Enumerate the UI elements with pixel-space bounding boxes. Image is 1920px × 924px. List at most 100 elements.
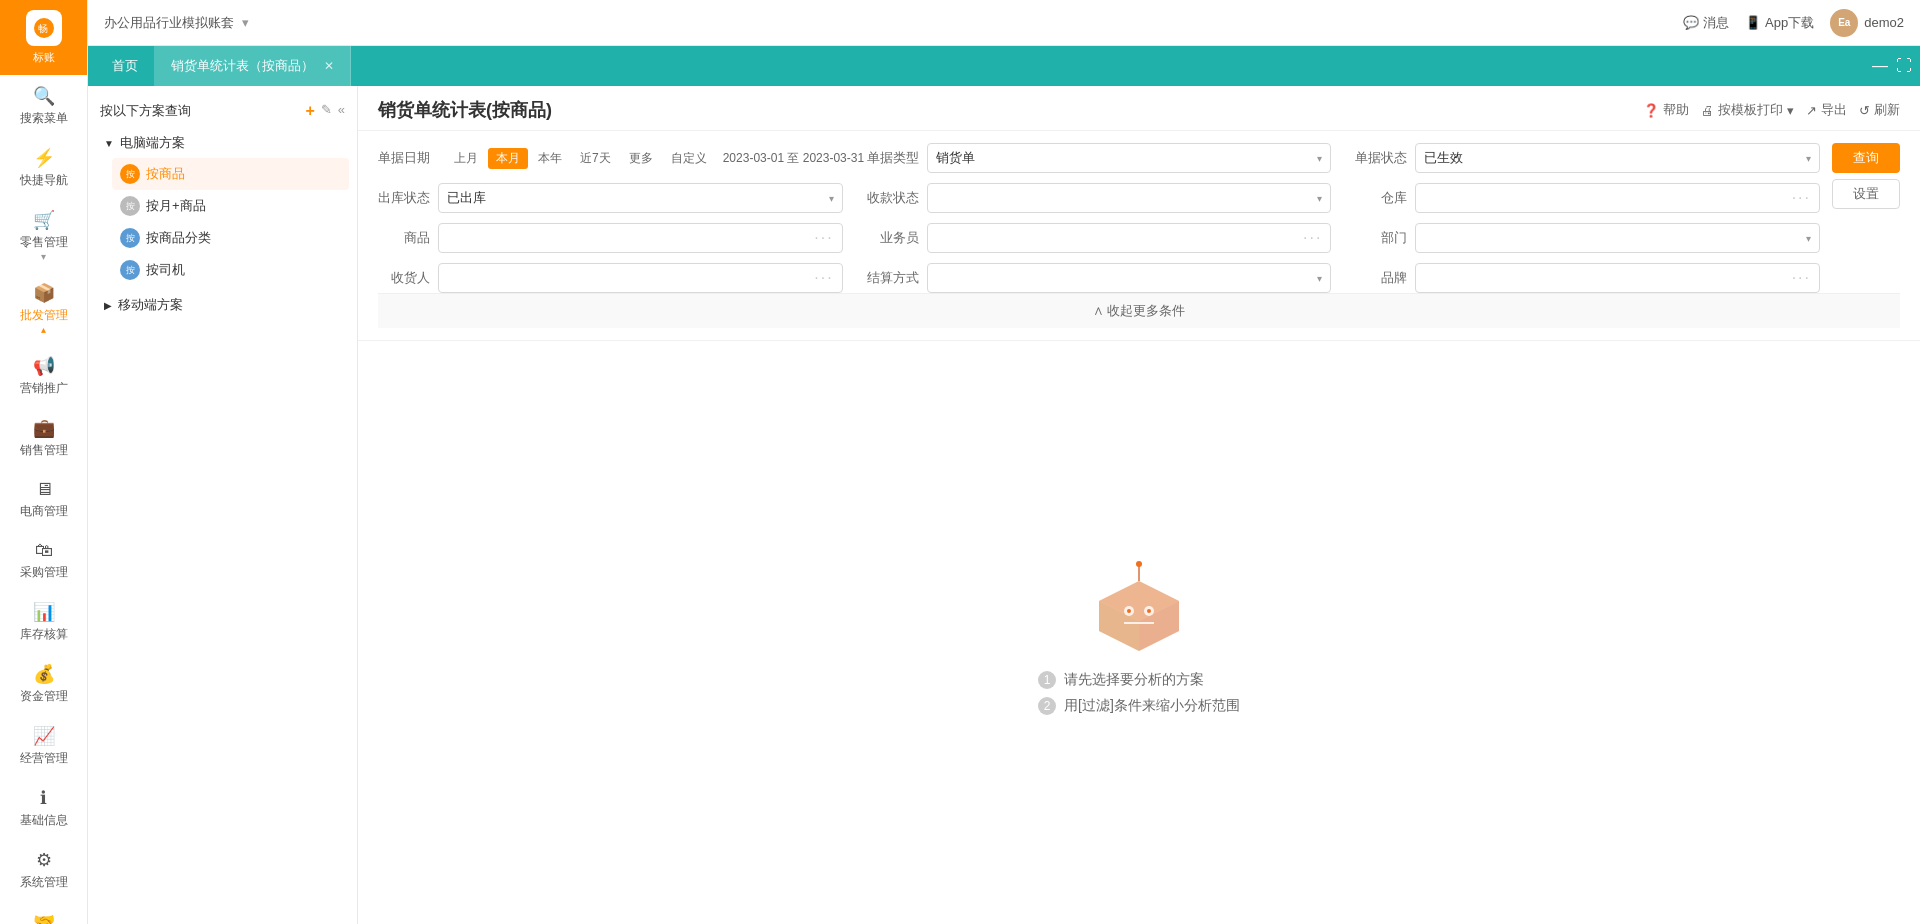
sidebar-item-quicknav[interactable]: ⚡ 快捷导航 bbox=[0, 137, 87, 199]
sidebar-item-retail[interactable]: 🛒 零售管理 ▾ bbox=[0, 199, 87, 272]
filter-area: 单据日期 上月 本月 本年 近7天 更多 自定义 bbox=[358, 131, 1920, 341]
export-button[interactable]: ↗ 导出 bbox=[1806, 101, 1847, 119]
docstatus-control[interactable]: 已生效 ▾ bbox=[1415, 143, 1820, 173]
user-avatar: Ea bbox=[1830, 9, 1858, 37]
sidebar-item-search[interactable]: 🔍 搜索菜单 bbox=[0, 75, 87, 137]
print-button[interactable]: 🖨 按模板打印 ▾ bbox=[1701, 101, 1794, 119]
sidebar-item-operations[interactable]: 📈 经营管理 bbox=[0, 715, 87, 777]
receiver-control[interactable]: ··· bbox=[438, 263, 843, 293]
print-arrow-icon: ▾ bbox=[1787, 103, 1794, 118]
panel-collapse-button[interactable]: « bbox=[338, 102, 345, 120]
tab-close-icon[interactable]: ✕ bbox=[324, 59, 334, 73]
query-button[interactable]: 查询 bbox=[1832, 143, 1900, 173]
marketing-icon: 📢 bbox=[33, 355, 55, 377]
date-tab-more[interactable]: 更多 bbox=[621, 148, 661, 169]
sidebar-item-ecom[interactable]: 🖥 电商管理 bbox=[0, 469, 87, 530]
print-icon: 🖨 bbox=[1701, 103, 1714, 118]
doctype-arrow-icon: ▾ bbox=[1317, 153, 1322, 164]
tree-parent-mobile[interactable]: ▶ 移动端方案 bbox=[96, 290, 349, 320]
sidebar: 畅 标账 🔍 搜索菜单 ⚡ 快捷导航 🛒 零售管理 ▾ 📦 批发管理 ▴ 📢 营… bbox=[0, 0, 88, 924]
operations-icon: 📈 bbox=[33, 725, 55, 747]
filter-rows: 单据日期 上月 本月 本年 近7天 更多 自定义 bbox=[378, 143, 1820, 293]
page-actions: ❓ 帮助 🖨 按模板打印 ▾ ↗ 导出 ↺ 刷新 bbox=[1643, 101, 1900, 119]
filter-item-doctype: 单据类型 销货单 ▾ bbox=[867, 143, 1332, 173]
retail-icon: 🛒 bbox=[33, 209, 55, 231]
paymentstatus-arrow-icon: ▾ bbox=[1317, 193, 1322, 204]
sidebar-item-collab[interactable]: 🤝 企业协同 bbox=[0, 901, 87, 924]
tree-child-by-month-goods[interactable]: 按 按月+商品 bbox=[112, 190, 349, 222]
sidebar-item-finance[interactable]: 💰 资金管理 bbox=[0, 653, 87, 715]
user-profile[interactable]: Ea demo2 bbox=[1830, 9, 1904, 37]
payment-method-label: 结算方式 bbox=[867, 269, 927, 287]
tree-expand-arrow: ▼ bbox=[104, 138, 114, 149]
tab-minimize-icon[interactable]: — bbox=[1872, 57, 1888, 75]
date-range-text: 2023-03-01 至 2023-03-31 bbox=[723, 150, 864, 167]
sidebar-item-wholesale[interactable]: 📦 批发管理 ▴ bbox=[0, 272, 87, 345]
filter-item-warehouse: 仓库 ··· bbox=[1355, 183, 1820, 213]
refresh-button[interactable]: ↺ 刷新 bbox=[1859, 101, 1900, 119]
tab-home[interactable]: 首页 bbox=[96, 46, 155, 86]
tree-parent-desktop[interactable]: ▼ 电脑端方案 bbox=[96, 128, 349, 158]
help-button[interactable]: ❓ 帮助 bbox=[1643, 101, 1689, 119]
tab-maximize-icon[interactable]: ⛶ bbox=[1896, 57, 1912, 75]
date-tab-lastmonth[interactable]: 上月 bbox=[446, 148, 486, 169]
tree-parent-mobile-label: 移动端方案 bbox=[118, 296, 183, 314]
filter-item-dept: 部门 ▾ bbox=[1355, 223, 1820, 253]
industry-label: 办公用品行业模拟账套 bbox=[104, 14, 234, 32]
message-icon: 💬 bbox=[1683, 15, 1699, 30]
dept-label: 部门 bbox=[1355, 229, 1415, 247]
sidebar-item-basicinfo[interactable]: ℹ 基础信息 bbox=[0, 777, 87, 839]
warehouse-label: 仓库 bbox=[1355, 189, 1415, 207]
warehouse-control[interactable]: ··· bbox=[1415, 183, 1820, 213]
payment-method-control[interactable]: ▾ bbox=[927, 263, 1332, 293]
tree-child-by-goods[interactable]: 按 按商品 bbox=[112, 158, 349, 190]
panel-actions: + ✎ « bbox=[305, 102, 345, 120]
paymentstatus-control[interactable]: ▾ bbox=[927, 183, 1332, 213]
tree-section: ▼ 电脑端方案 按 按商品 按 按月+商品 按 bbox=[88, 128, 357, 320]
date-tab-thismonth[interactable]: 本月 bbox=[488, 148, 528, 169]
sidebar-item-purchase[interactable]: 🛍 采购管理 bbox=[0, 530, 87, 591]
sidebar-item-system[interactable]: ⚙ 系统管理 bbox=[0, 839, 87, 901]
date-tab-7days[interactable]: 近7天 bbox=[572, 148, 619, 169]
salesperson-dots-icon: ··· bbox=[1303, 229, 1322, 247]
refresh-icon: ↺ bbox=[1859, 103, 1870, 118]
tree-child-by-category[interactable]: 按 按商品分类 bbox=[112, 222, 349, 254]
left-panel-header: 按以下方案查询 + ✎ « bbox=[88, 98, 357, 128]
brand-control[interactable]: ··· bbox=[1415, 263, 1820, 293]
filter-item-salesperson: 业务员 ··· bbox=[867, 223, 1332, 253]
tree-child-by-driver[interactable]: 按 按司机 bbox=[112, 254, 349, 286]
date-tab-thisyear[interactable]: 本年 bbox=[530, 148, 570, 169]
sidebar-item-sales[interactable]: 💼 销售管理 bbox=[0, 407, 87, 469]
topbar-right: 💬 消息 📱 App下载 Ea demo2 bbox=[1683, 9, 1904, 37]
filter-item-brand: 品牌 ··· bbox=[1355, 263, 1820, 293]
salesperson-label: 业务员 bbox=[867, 229, 927, 247]
sidebar-item-marketing[interactable]: 📢 营销推广 bbox=[0, 345, 87, 407]
panel-add-button[interactable]: + bbox=[305, 102, 314, 120]
tab-sales-stats[interactable]: 销货单统计表（按商品） ✕ bbox=[155, 46, 351, 86]
svg-text:畅: 畅 bbox=[38, 23, 48, 34]
goods-control[interactable]: ··· bbox=[438, 223, 843, 253]
sidebar-item-inventory[interactable]: 📊 库存核算 bbox=[0, 591, 87, 653]
doctype-control[interactable]: 销货单 ▾ bbox=[927, 143, 1332, 173]
filter-item-payment-method: 结算方式 ▾ bbox=[867, 263, 1332, 293]
tip-num-2: 2 bbox=[1038, 697, 1056, 715]
wholesale-icon: 📦 bbox=[33, 282, 55, 304]
child-icon-category: 按 bbox=[120, 228, 140, 248]
app-download-button[interactable]: 📱 App下载 bbox=[1745, 14, 1814, 32]
settings-button[interactable]: 设置 bbox=[1832, 179, 1900, 209]
tree-mobile-arrow: ▶ bbox=[104, 300, 112, 311]
export-icon: ↗ bbox=[1806, 103, 1817, 118]
date-tab-custom[interactable]: 自定义 bbox=[663, 148, 715, 169]
outstatus-control[interactable]: 已出库 ▾ bbox=[438, 183, 843, 213]
goods-label: 商品 bbox=[378, 229, 438, 247]
salesperson-control[interactable]: ··· bbox=[927, 223, 1332, 253]
dept-control[interactable]: ▾ bbox=[1415, 223, 1820, 253]
tabbar: 首页 销货单统计表（按商品） ✕ — ⛶ bbox=[88, 46, 1920, 86]
industry-dropdown-icon[interactable]: ▾ bbox=[242, 15, 249, 30]
collapse-bar[interactable]: ∧ 收起更多条件 bbox=[378, 293, 1900, 328]
basicinfo-icon: ℹ bbox=[40, 787, 47, 809]
download-icon: 📱 bbox=[1745, 15, 1761, 30]
panel-edit-button[interactable]: ✎ bbox=[321, 102, 332, 120]
docstatus-arrow-icon: ▾ bbox=[1806, 153, 1811, 164]
message-button[interactable]: 💬 消息 bbox=[1683, 14, 1729, 32]
